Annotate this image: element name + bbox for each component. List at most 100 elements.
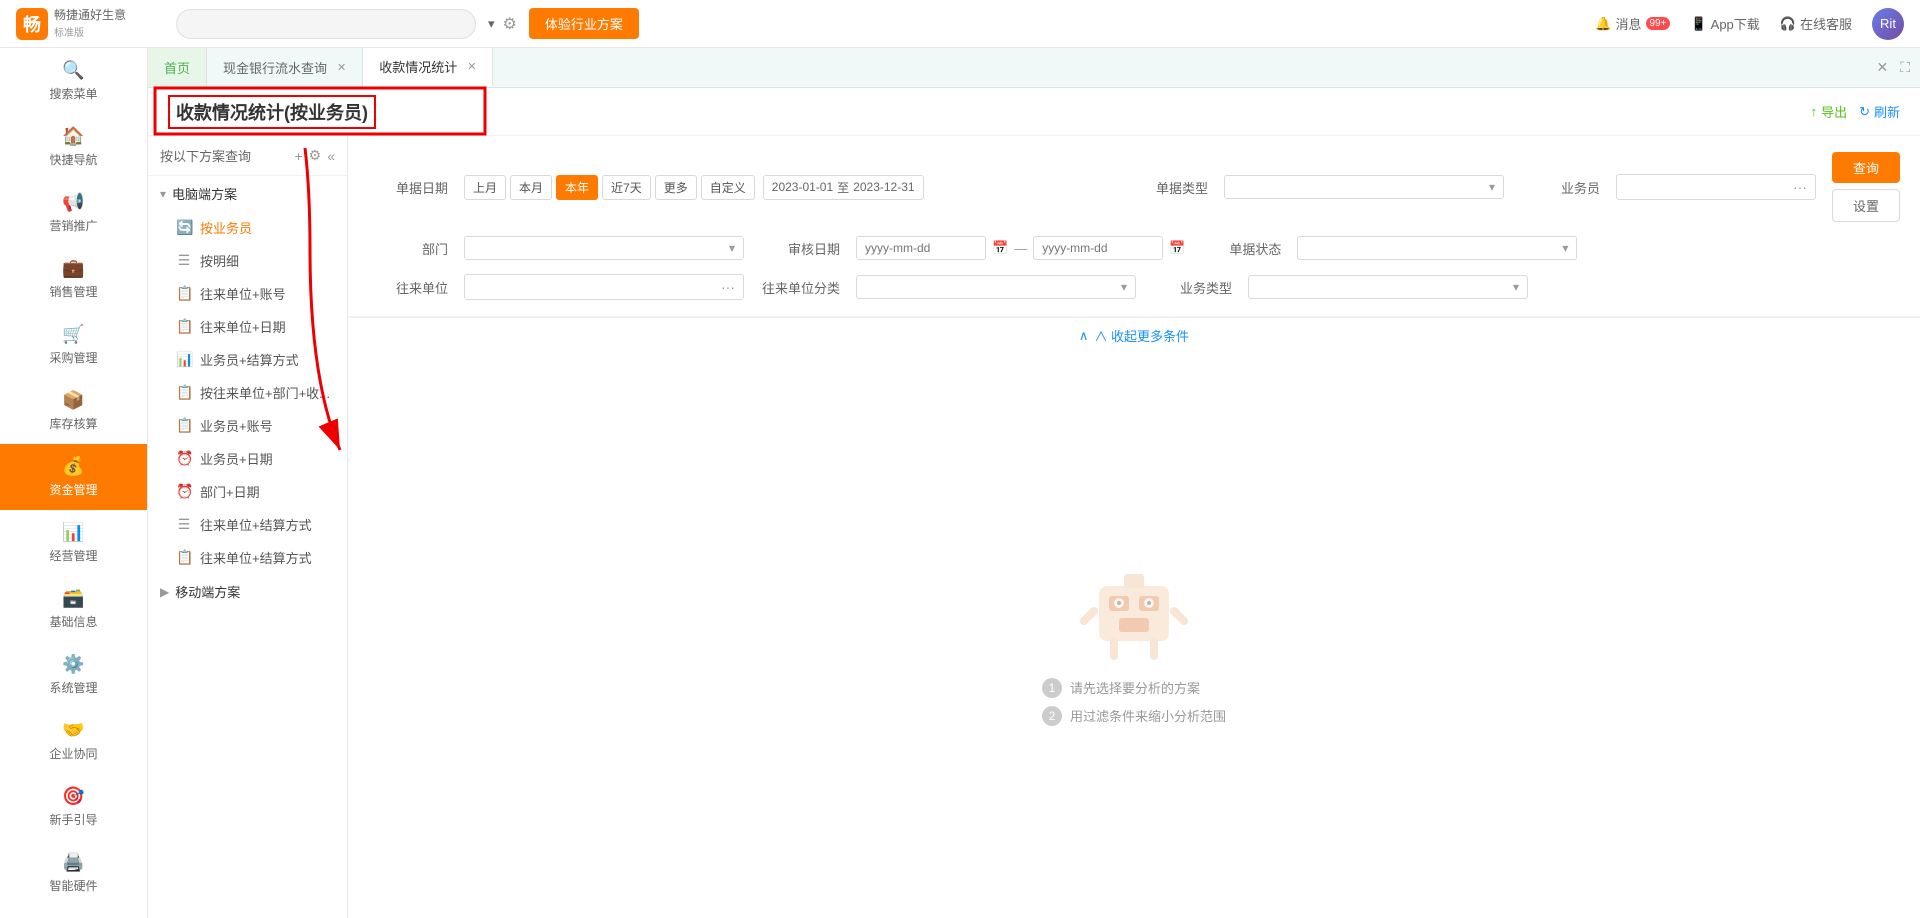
- scheme-item-by-detail[interactable]: ☰ 按明细: [148, 244, 347, 277]
- scheme-group-mobile[interactable]: ▶ 移动端方案: [148, 574, 347, 609]
- review-date-field: 📅 — 📅: [856, 236, 1185, 260]
- scheme-item-salesperson-date[interactable]: ⏰ 业务员+日期: [148, 442, 347, 475]
- partner-category-chevron: ▾: [1121, 280, 1127, 294]
- date-range-input[interactable]: 2023-01-01 至 2023-12-31: [763, 175, 924, 200]
- avatar[interactable]: Rit: [1872, 8, 1904, 40]
- mobile-group-label: 移动端方案: [175, 582, 240, 601]
- empty-tips: 1 请先选择要分析的方案 2 用过滤条件来缩小分析范围: [1042, 678, 1226, 726]
- scheme-settings-btn[interactable]: ⚙: [309, 147, 322, 164]
- sidebar-item-base-info[interactable]: 🗃️ 基础信息: [0, 576, 147, 642]
- scheme-item-partner-dept-receipt[interactable]: 📋 按往来单位+部门+收...: [148, 376, 347, 409]
- export-icon: ↑: [1811, 104, 1818, 119]
- tip-num-2: 2: [1042, 706, 1062, 726]
- main-content: 按以下方案查询 + ⚙ « ▾ 电脑端方案 🔄 按业务员: [148, 136, 1920, 918]
- sales-icon: 💼: [62, 258, 84, 279]
- app-download-item[interactable]: 📱 App下载: [1690, 14, 1759, 33]
- quick-nav-icon: 🏠: [62, 126, 84, 147]
- sidebar-item-operation[interactable]: 📊 经营管理: [0, 510, 147, 576]
- scheme-item-partner-settlement2[interactable]: 📋 往来单位+结算方式: [148, 541, 347, 574]
- date-btn-last-7-days[interactable]: 近7天: [602, 175, 651, 200]
- sidebar-item-corp-wechat[interactable]: 💬 企业微信: [0, 906, 147, 918]
- partner-category-select[interactable]: ▾: [856, 275, 1136, 299]
- receipt-stats-tab-close[interactable]: ✕: [467, 60, 476, 73]
- doc-status-select[interactable]: ▾: [1297, 236, 1577, 260]
- notification-item[interactable]: 🔔 消息 99+: [1595, 14, 1670, 33]
- online-service-item[interactable]: 🎧 在线客服: [1780, 14, 1852, 33]
- page-title: 收款情况统计(按业务员): [168, 95, 376, 129]
- scheme-item-by-salesperson[interactable]: 🔄 按业务员: [148, 211, 347, 244]
- header-right: 🔔 消息 99+ 📱 App下载 🎧 在线客服 Rit: [1595, 8, 1904, 40]
- scheme-item-salesperson-account[interactable]: 📋 业务员+账号: [148, 409, 347, 442]
- tab-bank-flow[interactable]: 现金银行流水查询 ✕: [207, 48, 363, 87]
- scheme-item-partner-settlement[interactable]: ☰ 往来单位+结算方式: [148, 508, 347, 541]
- date-field: 上月 本月 本年 近7天 更多 自定义 2023-01-01 至 2023-12: [464, 175, 1112, 200]
- corp-collab-icon: 🤝: [62, 720, 84, 741]
- sidebar-item-quick-nav[interactable]: 🏠 快捷导航: [0, 114, 147, 180]
- partner-more-icon: ···: [721, 279, 735, 295]
- partner-select[interactable]: ···: [464, 274, 744, 300]
- review-date-to[interactable]: [1033, 236, 1163, 260]
- scheme-item-dept-date[interactable]: ⏰ 部门+日期: [148, 475, 347, 508]
- export-btn[interactable]: ↑ 导出: [1811, 102, 1848, 121]
- dept-select[interactable]: ▾: [464, 236, 744, 260]
- sidebar-item-system[interactable]: ⚙️ 系统管理: [0, 642, 147, 708]
- biz-type-select[interactable]: ▾: [1248, 275, 1528, 299]
- partner-dept-icon: 📋: [176, 384, 192, 401]
- salesperson-scheme-icon: 🔄: [176, 219, 192, 236]
- query-button[interactable]: 查询: [1832, 152, 1900, 183]
- sidebar-item-smart-hw[interactable]: 🖨️ 智能硬件: [0, 840, 147, 906]
- doc-type-select[interactable]: ▾: [1224, 175, 1504, 199]
- salesperson-settlement-icon: 📊: [176, 351, 192, 368]
- sidebar-item-beginner[interactable]: 🎯 新手引导: [0, 774, 147, 840]
- date-btn-this-month[interactable]: 本月: [510, 175, 552, 200]
- notification-badge: 99+: [1646, 17, 1671, 30]
- sidebar-item-inventory[interactable]: 📦 库存核算: [0, 378, 147, 444]
- sidebar-item-purchase[interactable]: 🛒 采购管理: [0, 312, 147, 378]
- calendar-icon-from: 📅: [992, 240, 1008, 256]
- refresh-btn[interactable]: ↻ 刷新: [1859, 102, 1900, 121]
- scheme-item-partner-account[interactable]: 📋 往来单位+账号: [148, 277, 347, 310]
- sidebar-item-sales[interactable]: 💼 销售管理: [0, 246, 147, 312]
- scheme-collapse-btn[interactable]: «: [327, 148, 335, 164]
- sidebar-item-search-menu[interactable]: 🔍 搜索菜单: [0, 48, 147, 114]
- search-input[interactable]: [176, 9, 476, 39]
- partner-label: 往来单位: [368, 278, 448, 297]
- query-panel: 单据日期 上月 本月 本年 近7天 更多 自定义 2023-: [348, 136, 1920, 918]
- date-btn-this-year[interactable]: 本年: [556, 175, 598, 200]
- tab-close-all-btn[interactable]: ✕: [1876, 59, 1888, 76]
- scheme-add-btn[interactable]: +: [294, 148, 302, 164]
- trial-button[interactable]: 体验行业方案: [529, 8, 639, 39]
- review-date-from[interactable]: [856, 236, 986, 260]
- settings-icon[interactable]: ⚙: [503, 14, 517, 34]
- tip-num-1: 1: [1042, 678, 1062, 698]
- app-logo-icon: 畅: [16, 8, 48, 40]
- set-button[interactable]: 设置: [1832, 189, 1900, 222]
- header-dropdown[interactable]: ▾: [488, 16, 495, 32]
- doc-type-chevron: ▾: [1489, 180, 1495, 194]
- download-icon: 📱: [1690, 16, 1706, 32]
- salesperson-select[interactable]: ···: [1616, 174, 1816, 200]
- date-btn-last-month[interactable]: 上月: [464, 175, 506, 200]
- main-layout: 🔍 搜索菜单 🏠 快捷导航 📢 营销推广 💼 销售管理 🛒 采购管理 📦 库存核…: [0, 0, 1920, 918]
- date-label: 单据日期: [368, 178, 448, 197]
- partner-date-label: 往来单位+日期: [200, 317, 286, 336]
- tab-maximize-btn[interactable]: ⛶: [1900, 59, 1910, 76]
- doc-status-label: 单据状态: [1201, 239, 1281, 258]
- date-btn-group: 上月 本月 本年 近7天 更多 自定义: [464, 175, 755, 200]
- smart-hw-icon: 🖨️: [62, 852, 84, 873]
- scheme-item-salesperson-settlement[interactable]: 📊 业务员+结算方式: [148, 343, 347, 376]
- partner-settlement-label: 往来单位+结算方式: [200, 515, 312, 534]
- operation-icon: 📊: [62, 522, 84, 543]
- tab-home[interactable]: 首页: [148, 48, 207, 87]
- scheme-group-pc[interactable]: ▾ 电脑端方案: [148, 176, 347, 211]
- sidebar-item-corp-collab[interactable]: 🤝 企业协同: [0, 708, 147, 774]
- date-btn-more[interactable]: 更多: [655, 175, 697, 200]
- bank-flow-tab-close[interactable]: ✕: [337, 61, 346, 74]
- collapse-conditions-btn[interactable]: ∧ ∧ 收起更多条件: [348, 317, 1920, 353]
- sidebar-item-marketing[interactable]: 📢 营销推广: [0, 180, 147, 246]
- partner-settlement-icon: ☰: [176, 516, 192, 533]
- scheme-item-partner-date[interactable]: 📋 往来单位+日期: [148, 310, 347, 343]
- date-btn-custom[interactable]: 自定义: [701, 175, 755, 200]
- sidebar-item-finance[interactable]: 💰 资金管理: [0, 444, 147, 510]
- tab-receipt-stats[interactable]: 收款情况统计 ✕: [363, 48, 493, 87]
